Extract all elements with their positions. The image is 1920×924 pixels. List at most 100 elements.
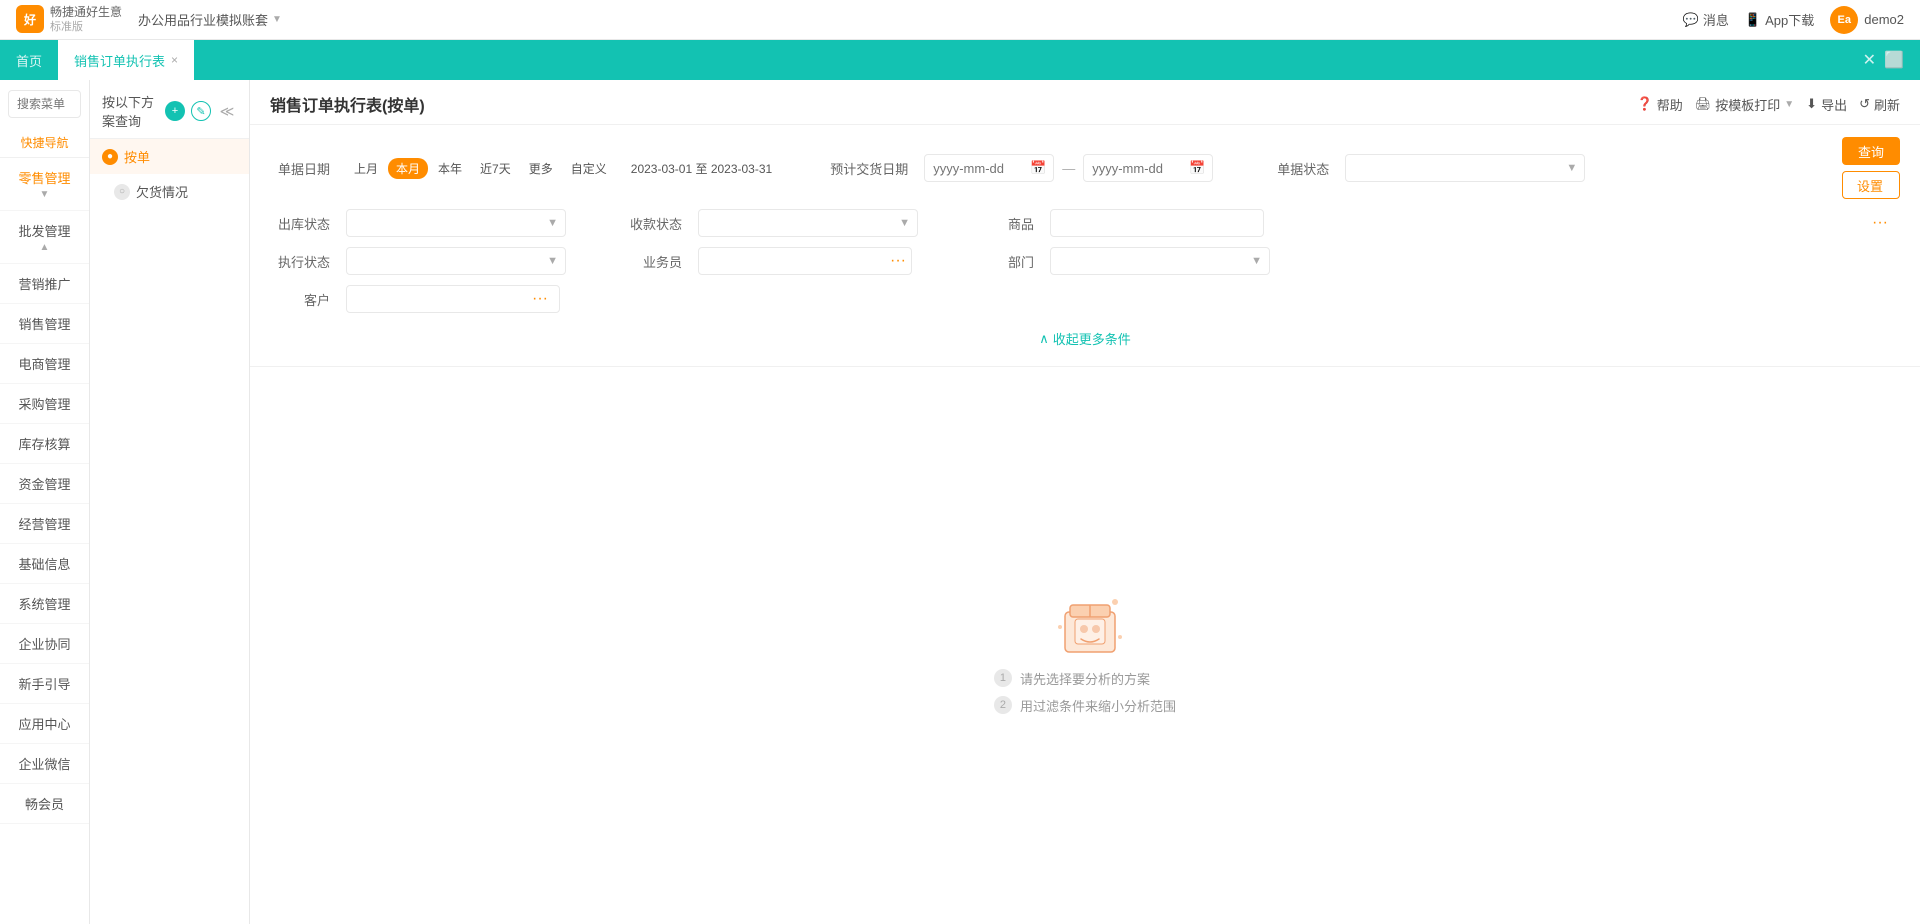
dept-select-wrap: ▼ (1050, 247, 1270, 275)
add-scheme-button[interactable]: + (165, 101, 185, 121)
date-separator: — (1062, 161, 1075, 176)
out-stock-select-wrap: ▼ (346, 209, 566, 237)
payment-select[interactable] (698, 209, 918, 237)
nav-tabs-right: ✕ ⬜ (1863, 50, 1920, 70)
message-icon: 💬 (1683, 12, 1699, 28)
sidebar-item-system[interactable]: 系统管理 (0, 584, 89, 624)
tab-home[interactable]: 首页 (0, 40, 58, 80)
goods-input[interactable] (1050, 209, 1264, 237)
predicted-date-label: 预计交货日期 (828, 159, 908, 178)
refresh-icon: ↺ (1859, 96, 1870, 112)
sidebar-item-operations[interactable]: 经营管理 (0, 504, 89, 544)
date-tab-more[interactable]: 更多 (521, 158, 561, 179)
date-tab-7days[interactable]: 近7天 (472, 158, 519, 179)
out-stock-label: 出库状态 (270, 214, 330, 233)
top-bar-right: 💬 消息 📱 App下载 Ea demo2 (1683, 6, 1904, 34)
right-content: 销售订单执行表(按单) ❓ 帮助 🖨 按模板打印 ▼ ⬇ 导出 (250, 80, 1920, 924)
empty-icon (1045, 577, 1125, 657)
tab-close-window-icon[interactable]: ✕ (1863, 50, 1876, 70)
filter-row-1: 单据日期 上月 本月 本年 近7天 更多 自定义 2023-03-01 至 20… (270, 137, 1900, 199)
page-title: 销售订单执行表(按单) (270, 92, 425, 116)
refresh-button[interactable]: ↺ 刷新 (1859, 95, 1900, 114)
salesman-input-wrap: ··· (698, 247, 918, 275)
edit-scheme-button[interactable]: ✎ (191, 101, 211, 121)
salesman-more-icon[interactable]: ··· (886, 252, 910, 270)
scheme-item-by-order[interactable]: ● 按单 (90, 139, 249, 174)
search-input[interactable] (8, 90, 81, 118)
sidebar-item-basic-info[interactable]: 基础信息 (0, 544, 89, 584)
tab-close-icon[interactable]: × (171, 54, 178, 66)
sidebar-item-inventory[interactable]: 库存核算 (0, 424, 89, 464)
date-range-text: 2023-03-01 至 2023-03-31 (631, 160, 772, 177)
collapse-icon: ∧ (1039, 331, 1049, 347)
execute-select[interactable] (346, 247, 566, 275)
customer-more-icon[interactable]: ··· (528, 290, 552, 308)
sidebar-item-marketing[interactable]: 营销推广 (0, 264, 89, 304)
payment-label: 收款状态 (622, 214, 682, 233)
filter-row-4: 客户 ··· (270, 285, 1900, 313)
date-tab-last-month[interactable]: 上月 (346, 158, 386, 179)
tab-sales-order[interactable]: 销售订单执行表 × (58, 40, 194, 80)
execute-label: 执行状态 (270, 252, 330, 271)
app-download-button[interactable]: 📱 App下载 (1745, 10, 1814, 29)
user-area[interactable]: Ea demo2 (1830, 6, 1904, 34)
collapse-panel-button[interactable]: ≪ (217, 101, 237, 121)
salesman-label: 业务员 (622, 252, 682, 271)
action-buttons: 查询 设置 (1842, 137, 1900, 199)
query-button[interactable]: 查询 (1842, 137, 1900, 165)
collapse-button[interactable]: ∧ 收起更多条件 (270, 323, 1900, 354)
page-header-actions: ❓ 帮助 🖨 按模板打印 ▼ ⬇ 导出 ↺ 刷新 (1637, 95, 1900, 114)
status-select-wrap: ▼ (1345, 154, 1585, 182)
main-layout: 快捷导航 零售管理 ▼ 批发管理 ▲ 营销推广 销售管理 电商管理 采购管理 库… (0, 80, 1920, 924)
sidebar-item-guide[interactable]: 新手引导 (0, 664, 89, 704)
page-header: 销售订单执行表(按单) ❓ 帮助 🖨 按模板打印 ▼ ⬇ 导出 (250, 80, 1920, 125)
sidebar-item-sales[interactable]: 销售管理 (0, 304, 89, 344)
predicted-date-end-wrap: 📅 (1083, 154, 1213, 182)
date-tab-this-month[interactable]: 本月 (388, 158, 428, 179)
salesman-input[interactable] (698, 247, 912, 275)
tip-num-1: 1 (994, 669, 1012, 687)
sidebar-item-retail[interactable]: 零售管理 ▼ (0, 158, 89, 211)
help-button[interactable]: ❓ 帮助 (1637, 95, 1683, 114)
scheme-sub-icon: ○ (114, 184, 130, 200)
content-area: 按以下方案查询 + ✎ ≪ ● 按单 ○ 欠货情况 销售订单执行表(按单) (90, 80, 1920, 924)
empty-tip-1: 1 请先选择要分析的方案 (994, 669, 1176, 688)
tip-num-2: 2 (994, 696, 1012, 714)
empty-state: 1 请先选择要分析的方案 2 用过滤条件来缩小分析范围 (250, 367, 1920, 924)
chevron-up-icon: ▲ (40, 242, 50, 253)
payment-select-wrap: ▼ (698, 209, 918, 237)
dept-select[interactable] (1050, 247, 1270, 275)
sidebar-item-enterprise[interactable]: 企业协同 (0, 624, 89, 664)
app-download-icon: 📱 (1745, 12, 1761, 28)
company-selector[interactable]: 办公用品行业模拟账套 ▼ (130, 6, 290, 33)
export-icon: ⬇ (1806, 96, 1817, 112)
sidebar-item-member[interactable]: 畅会员 (0, 784, 89, 824)
message-button[interactable]: 💬 消息 (1683, 10, 1729, 29)
date-tab-custom[interactable]: 自定义 (563, 158, 615, 179)
export-button[interactable]: ⬇ 导出 (1806, 95, 1847, 114)
settings-button[interactable]: 设置 (1842, 171, 1900, 199)
sidebar-item-ecommerce[interactable]: 电商管理 (0, 344, 89, 384)
status-select[interactable] (1345, 154, 1585, 182)
sidebar-item-wechat[interactable]: 企业微信 (0, 744, 89, 784)
goods-more-icon[interactable]: ··· (1868, 214, 1892, 232)
print-button[interactable]: 🖨 按模板打印 ▼ (1695, 95, 1794, 114)
customer-input-wrap: ··· (346, 285, 560, 313)
sidebar-item-finance[interactable]: 资金管理 (0, 464, 89, 504)
filter-row-3: 执行状态 ▼ 业务员 ··· 部门 (270, 247, 1900, 275)
tab-maximize-icon[interactable]: ⬜ (1884, 50, 1904, 70)
out-stock-select[interactable] (346, 209, 566, 237)
filter-area: 单据日期 上月 本月 本年 近7天 更多 自定义 2023-03-01 至 20… (250, 125, 1920, 367)
sidebar-item-wholesale[interactable]: 批发管理 ▲ (0, 211, 89, 264)
sidebar-item-quick-nav[interactable]: 快捷导航 (0, 128, 89, 158)
left-panel-title: 按以下方案查询 (102, 92, 165, 130)
top-bar: 好 畅捷通好生意 标准版 办公用品行业模拟账套 ▼ 💬 消息 📱 App下载 E… (0, 0, 1920, 40)
scheme-item-shortage[interactable]: ○ 欠货情况 (90, 174, 249, 209)
sidebar-item-purchase[interactable]: 采购管理 (0, 384, 89, 424)
calendar-icon: 📅 (1030, 160, 1046, 176)
sidebar: 快捷导航 零售管理 ▼ 批发管理 ▲ 营销推广 销售管理 电商管理 采购管理 库… (0, 80, 90, 924)
empty-tips: 1 请先选择要分析的方案 2 用过滤条件来缩小分析范围 (994, 669, 1176, 715)
date-tab-this-year[interactable]: 本年 (430, 158, 470, 179)
execute-select-wrap: ▼ (346, 247, 566, 275)
sidebar-item-app-center[interactable]: 应用中心 (0, 704, 89, 744)
